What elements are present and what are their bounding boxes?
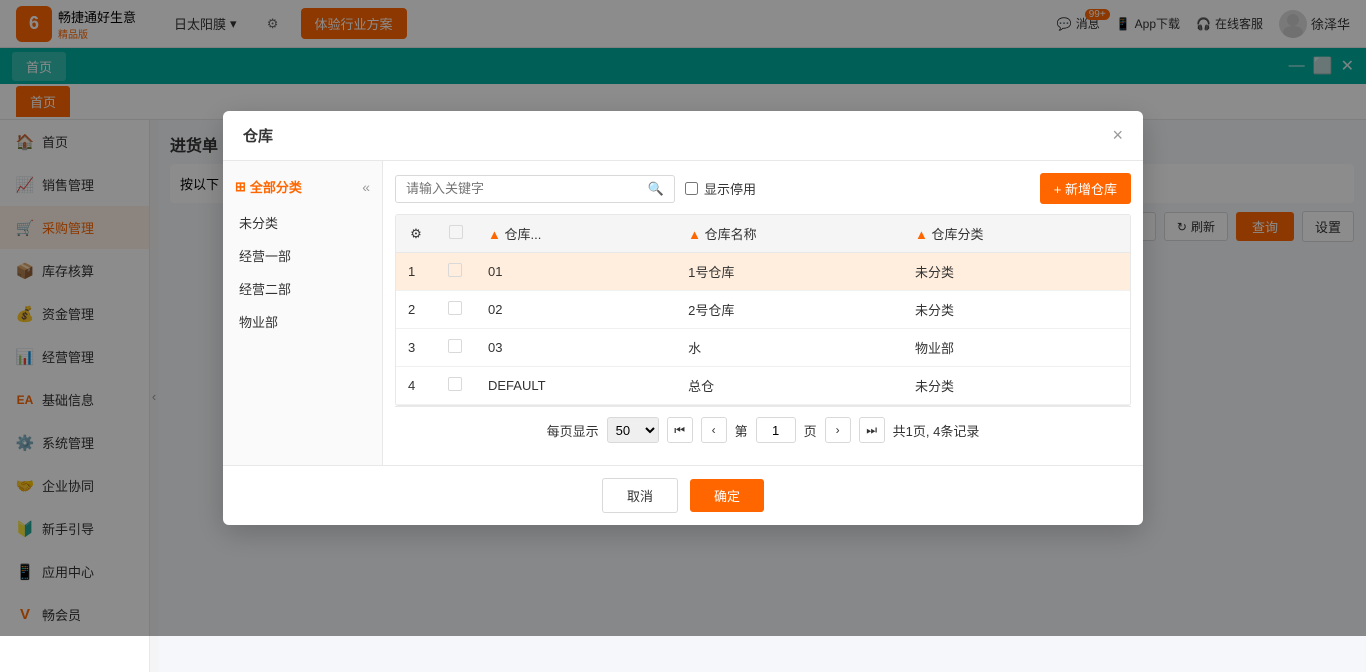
th-gear[interactable]: ⚙ — [396, 215, 436, 253]
table-row[interactable]: 3 03 水 物业部 — [396, 329, 1130, 367]
page-first-button[interactable]: ⏮ — [667, 417, 693, 443]
row-cat-4: 未分类 — [903, 367, 1130, 405]
gear-column-icon: ⚙ — [410, 226, 422, 241]
row-num-2: 2 — [396, 291, 436, 329]
search-input-wrapper: 🔍 — [395, 175, 675, 203]
row-code-4: DEFAULT — [476, 367, 676, 405]
show-disabled-checkbox[interactable] — [685, 182, 698, 195]
table-row[interactable]: 4 DEFAULT 总仓 未分类 — [396, 367, 1130, 405]
grid-icon: ⊞ — [235, 179, 246, 195]
page-label: 第 — [735, 421, 748, 440]
category-label: 全部分类 — [250, 177, 302, 196]
warehouse-table: ⚙ ▲ 仓库... ▲ 仓库名称 — [395, 214, 1131, 406]
table-row[interactable]: 2 02 2号仓库 未分类 — [396, 291, 1130, 329]
row-check-2[interactable] — [436, 291, 476, 329]
warehouse-modal: 仓库 × ⊞ 全部分类 « 未分类 经营一部 经营二部 物业部 — [223, 111, 1143, 525]
row-num-1: 1 — [396, 253, 436, 291]
page-number-input[interactable] — [756, 417, 796, 443]
modal-actions: 取消 确定 — [223, 465, 1143, 525]
pagination: 每页显示 50 100 ⏮ ‹ 第 页 › ⏭ 共1页, 4条记录 — [395, 406, 1131, 453]
modal-cat-dept1[interactable]: 经营一部 — [223, 239, 382, 272]
modal-search-bar: 🔍 显示停用 + 新增仓库 — [395, 173, 1131, 204]
row-name-4: 总仓 — [676, 367, 903, 405]
row-code-3: 03 — [476, 329, 676, 367]
row-name-3: 水 — [676, 329, 903, 367]
row-checkbox-1[interactable] — [448, 263, 462, 277]
row-name-1: 1号仓库 — [676, 253, 903, 291]
row-checkbox-4[interactable] — [448, 377, 462, 391]
row-checkbox-3[interactable] — [448, 339, 462, 353]
page-suffix: 页 — [804, 421, 817, 440]
page-prev-button[interactable]: ‹ — [701, 417, 727, 443]
th-checkbox — [436, 215, 476, 253]
show-disabled-checkbox-label[interactable]: 显示停用 — [685, 179, 756, 198]
modal-cat-dept2[interactable]: 经营二部 — [223, 272, 382, 305]
row-check-1[interactable] — [436, 253, 476, 291]
select-all-checkbox[interactable] — [449, 225, 463, 239]
search-input[interactable] — [406, 181, 642, 196]
per-page-select[interactable]: 50 100 — [607, 417, 659, 443]
per-page-label: 每页显示 — [547, 421, 599, 440]
row-num-3: 3 — [396, 329, 436, 367]
modal-body: ⊞ 全部分类 « 未分类 经营一部 经营二部 物业部 🔍 — [223, 161, 1143, 465]
row-name-2: 2号仓库 — [676, 291, 903, 329]
table-row[interactable]: 1 01 1号仓库 未分类 — [396, 253, 1130, 291]
sort-icon[interactable]: ▲ — [488, 227, 501, 242]
th-code: ▲ 仓库... — [476, 215, 676, 253]
cancel-button[interactable]: 取消 — [602, 478, 678, 513]
sort-icon-cat[interactable]: ▲ — [915, 227, 928, 242]
sidebar-collapse-icon[interactable]: « — [362, 179, 370, 195]
row-cat-2: 未分类 — [903, 291, 1130, 329]
row-check-3[interactable] — [436, 329, 476, 367]
modal-header: 仓库 × — [223, 111, 1143, 161]
modal-sidebar-header: ⊞ 全部分类 « — [223, 171, 382, 206]
total-records: 共1页, 4条记录 — [893, 421, 980, 440]
row-num-4: 4 — [396, 367, 436, 405]
page-next-button[interactable]: › — [825, 417, 851, 443]
show-disabled-label: 显示停用 — [704, 179, 756, 198]
th-category: ▲ 仓库分类 — [903, 215, 1130, 253]
modal-cat-unclassified[interactable]: 未分类 — [223, 206, 382, 239]
modal-overlay: 仓库 × ⊞ 全部分类 « 未分类 经营一部 经营二部 物业部 — [0, 0, 1366, 636]
table-header-row: ⚙ ▲ 仓库... ▲ 仓库名称 — [396, 215, 1130, 253]
modal-title: 仓库 — [243, 125, 273, 146]
sort-icon-name[interactable]: ▲ — [688, 227, 701, 242]
row-cat-1: 未分类 — [903, 253, 1130, 291]
row-checkbox-2[interactable] — [448, 301, 462, 315]
th-name: ▲ 仓库名称 — [676, 215, 903, 253]
search-icon[interactable]: 🔍 — [648, 181, 664, 197]
modal-table-area: 🔍 显示停用 + 新增仓库 ⚙ — [383, 161, 1143, 465]
modal-sidebar: ⊞ 全部分类 « 未分类 经营一部 经营二部 物业部 — [223, 161, 383, 465]
row-check-4[interactable] — [436, 367, 476, 405]
row-code-2: 02 — [476, 291, 676, 329]
confirm-button[interactable]: 确定 — [690, 479, 764, 512]
row-code-1: 01 — [476, 253, 676, 291]
add-warehouse-button[interactable]: + 新增仓库 — [1040, 173, 1131, 204]
modal-cat-property[interactable]: 物业部 — [223, 305, 382, 338]
row-cat-3: 物业部 — [903, 329, 1130, 367]
page-last-button[interactable]: ⏭ — [859, 417, 885, 443]
modal-close-button[interactable]: × — [1112, 125, 1123, 146]
modal-category-title[interactable]: ⊞ 全部分类 — [235, 177, 302, 196]
